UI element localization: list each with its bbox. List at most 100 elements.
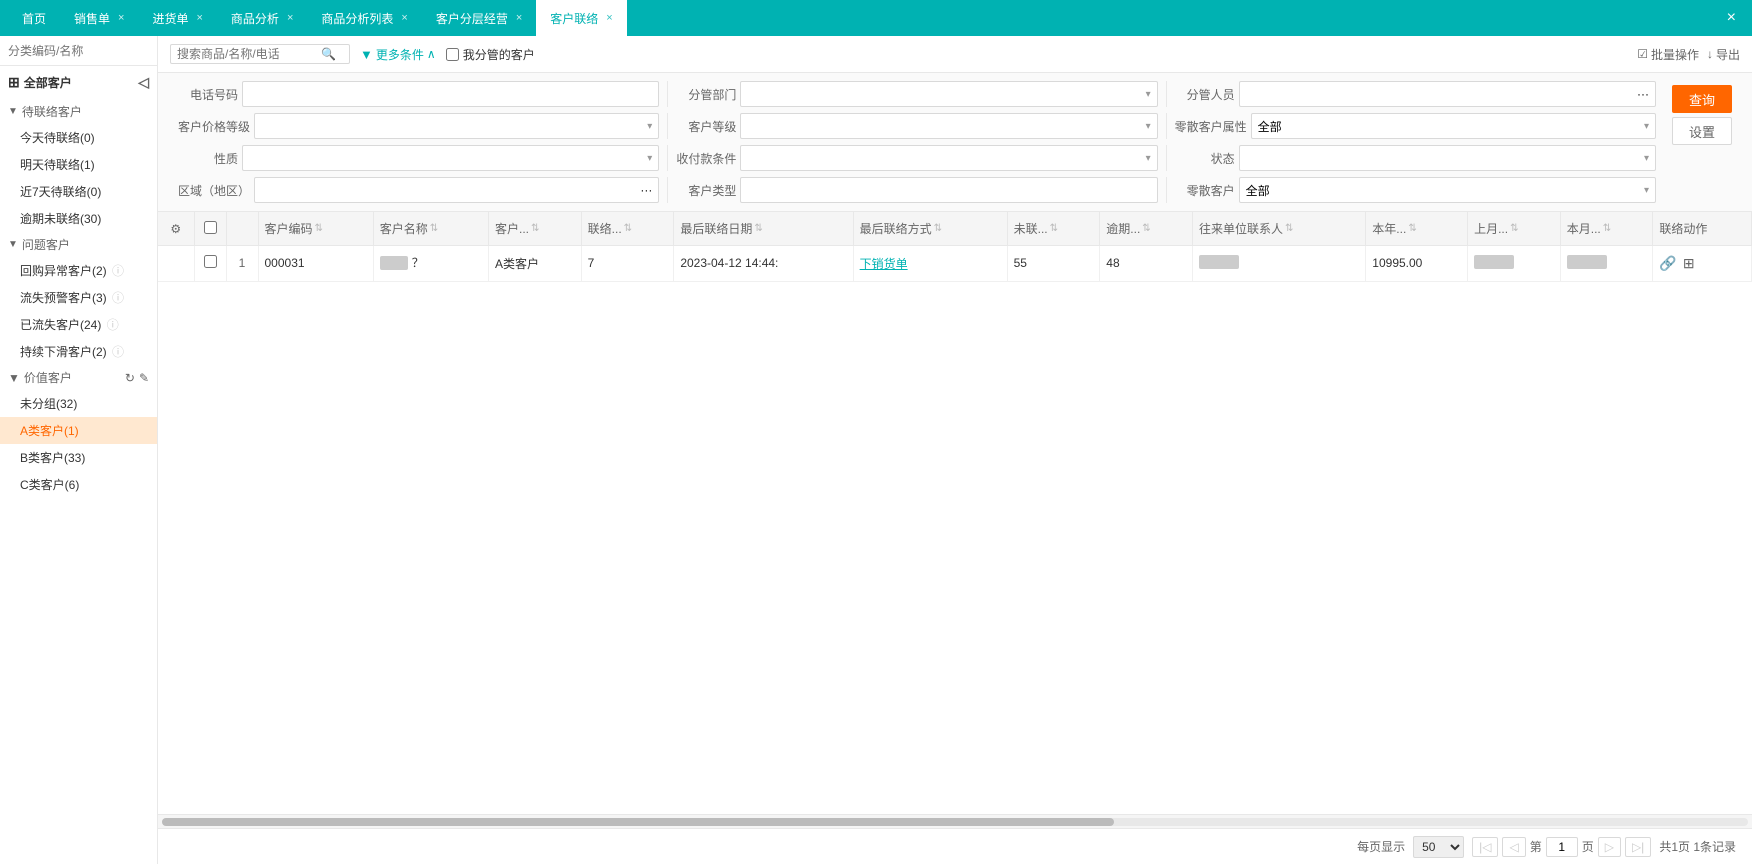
sidebar-search-input[interactable] xyxy=(8,44,158,58)
nav-sales-close[interactable]: × xyxy=(118,12,124,24)
value-label: 价值客户 xyxy=(24,369,72,386)
scrollbar-thumb[interactable] xyxy=(162,818,1114,826)
nav-segment[interactable]: 客户分层经营 × xyxy=(422,0,536,36)
sidebar-item-a-class[interactable]: A类客户(1) xyxy=(0,417,157,444)
sidebar-problem-title[interactable]: ▼ 问题客户 xyxy=(0,232,157,257)
status-select[interactable]: ▾ xyxy=(1239,145,1656,171)
filter-search-input[interactable] xyxy=(177,47,317,61)
pagination: 每页显示 50 100 200 |◁ ◁ 第 页 ▷ ▷| 共1页 1条记录 xyxy=(158,828,1752,864)
sidebar-item-c-class[interactable]: C类客户(6) xyxy=(0,471,157,498)
my-customers-checkbox[interactable] xyxy=(446,48,459,61)
row-checkbox[interactable] xyxy=(204,255,217,268)
sidebar-item-declining[interactable]: 持续下滑客户(2) ⓘ xyxy=(0,338,157,365)
retail-attr-select[interactable]: 全部 ▾ xyxy=(1251,113,1656,139)
page-input[interactable] xyxy=(1546,837,1578,857)
nav-sales-label: 销售单 xyxy=(74,10,110,27)
th-this-year[interactable]: 本年...⇅ xyxy=(1366,212,1468,246)
row-check[interactable] xyxy=(194,246,226,282)
th-last-month[interactable]: 上月...⇅ xyxy=(1468,212,1561,246)
th-overdue[interactable]: 逾期...⇅ xyxy=(1100,212,1193,246)
sidebar-item-warning[interactable]: 流失预警客户(3) ⓘ xyxy=(0,284,157,311)
row-last-method[interactable]: 下销货单 xyxy=(853,246,1007,282)
row-num: 1 xyxy=(226,246,258,282)
filter-more-btn[interactable]: ▼ 更多条件 ∧ xyxy=(360,46,436,63)
th-code[interactable]: 客户编码⇅ xyxy=(258,212,373,246)
row-action: 🔗 ⊞ xyxy=(1653,246,1752,282)
th-check[interactable] xyxy=(194,212,226,246)
sort-this-year-icon: ⇅ xyxy=(1408,223,1416,234)
table-row: 1 000031 ？ A类客户 7 2023-04-12 14:44: 下销货单 xyxy=(158,246,1752,282)
nav-contact[interactable]: 客户联络 × xyxy=(536,0,626,36)
query-button[interactable]: 查询 xyxy=(1672,85,1732,113)
nav-sales[interactable]: 销售单 × xyxy=(60,0,138,36)
nature-select[interactable]: ▾ xyxy=(242,145,659,171)
payment-select[interactable]: ▾ xyxy=(740,145,1157,171)
th-last-method-label: 最后联络方式 xyxy=(860,220,932,237)
retail-arrow: ▾ xyxy=(1644,185,1649,196)
th-last-method[interactable]: 最后联络方式⇅ xyxy=(853,212,1007,246)
retail-select[interactable]: 全部 ▾ xyxy=(1239,177,1656,203)
th-gear[interactable]: ⚙ xyxy=(158,212,194,246)
th-level[interactable]: 客户...⇅ xyxy=(489,212,582,246)
next-page-btn[interactable]: ▷ xyxy=(1598,837,1621,857)
prev-page-btn[interactable]: ◁ xyxy=(1502,837,1525,857)
nav-purchase-close[interactable]: × xyxy=(196,12,202,24)
sidebar-item-abnormal[interactable]: 回购异常客户(2) ⓘ xyxy=(0,257,157,284)
sidebar-collapse-icon[interactable]: ◁ xyxy=(138,74,149,91)
payment-arrow: ▾ xyxy=(1146,153,1151,164)
nav-segment-close[interactable]: × xyxy=(516,12,522,24)
nav-analysis-list[interactable]: 商品分析列表 × xyxy=(307,0,421,36)
th-last-date[interactable]: 最后联络日期⇅ xyxy=(674,212,853,246)
th-contact[interactable]: 联络...⇅ xyxy=(581,212,674,246)
th-contact-person[interactable]: 往来单位联系人⇅ xyxy=(1192,212,1365,246)
export-btn[interactable]: ↓ 导出 xyxy=(1707,46,1740,63)
per-page-select[interactable]: 50 100 200 xyxy=(1413,836,1464,858)
nav-purchase[interactable]: 进货单 × xyxy=(138,0,216,36)
nav-analysis-close[interactable]: × xyxy=(287,12,293,24)
page-nav: |◁ ◁ 第 页 ▷ ▷| xyxy=(1472,837,1651,857)
nav-analysis-list-close[interactable]: × xyxy=(401,12,407,24)
action-qr-icon[interactable]: ⊞ xyxy=(1683,255,1695,272)
price-level-select[interactable]: ▾ xyxy=(254,113,659,139)
sidebar-pending-title[interactable]: ▼ 待联络客户 xyxy=(0,99,157,124)
setting-button[interactable]: 设置 xyxy=(1672,117,1732,145)
dept-select[interactable]: ▾ xyxy=(740,81,1157,107)
action-link-icon[interactable]: 🔗 xyxy=(1659,255,1676,272)
nav-close-all[interactable]: × xyxy=(1719,9,1744,27)
batch-ops-btn[interactable]: ☑ 批量操作 xyxy=(1637,46,1699,63)
sidebar-item-7days[interactable]: 近7天待联络(0) xyxy=(0,178,157,205)
row-name: ？ xyxy=(373,246,488,282)
value-section-left[interactable]: ▼ 价值客户 xyxy=(8,369,72,386)
th-no-contact[interactable]: 未联...⇅ xyxy=(1007,212,1100,246)
sidebar-item-b-class[interactable]: B类客户(33) xyxy=(0,444,157,471)
row-code: 000031 xyxy=(258,246,373,282)
scrollbar-track[interactable] xyxy=(162,818,1748,826)
cust-type-input[interactable] xyxy=(740,177,1157,203)
th-no-contact-label: 未联... xyxy=(1014,220,1048,237)
th-name[interactable]: 客户名称⇅ xyxy=(373,212,488,246)
last-page-btn[interactable]: ▷| xyxy=(1625,837,1651,857)
nav-home[interactable]: 首页 xyxy=(8,0,60,36)
refresh-icon[interactable]: ↻ xyxy=(125,371,135,385)
sidebar-item-ungroup[interactable]: 未分组(32) xyxy=(0,390,157,417)
sort-contact-person-icon: ⇅ xyxy=(1285,223,1293,234)
region-dots[interactable]: ··· xyxy=(254,177,659,203)
edit-icon[interactable]: ✎ xyxy=(139,371,149,385)
sidebar-item-today[interactable]: 今天待联络(0) xyxy=(0,124,157,151)
sort-this-month-icon: ⇅ xyxy=(1603,223,1611,234)
manager-dots[interactable]: ··· xyxy=(1239,81,1656,107)
nav-contact-close[interactable]: × xyxy=(606,12,612,24)
nav-analysis[interactable]: 商品分析 × xyxy=(217,0,307,36)
select-all-checkbox[interactable] xyxy=(204,221,217,234)
th-this-month[interactable]: 本月...⇅ xyxy=(1560,212,1653,246)
cust-level-select[interactable]: ▾ xyxy=(740,113,1157,139)
dept-arrow-icon: ▾ xyxy=(1146,89,1151,100)
sidebar-value-section: ▼ 价值客户 ↻ ✎ xyxy=(0,365,157,390)
sidebar-item-overdue[interactable]: 逾期未联络(30) xyxy=(0,205,157,232)
sidebar-item-tomorrow[interactable]: 明天待联络(1) xyxy=(0,151,157,178)
horizontal-scrollbar[interactable] xyxy=(158,814,1752,828)
first-page-btn[interactable]: |◁ xyxy=(1472,837,1498,857)
phone-input[interactable] xyxy=(242,81,659,107)
retail-attr-value: 全部 xyxy=(1258,118,1282,135)
sidebar-item-lost[interactable]: 已流失客户(24) ⓘ xyxy=(0,311,157,338)
